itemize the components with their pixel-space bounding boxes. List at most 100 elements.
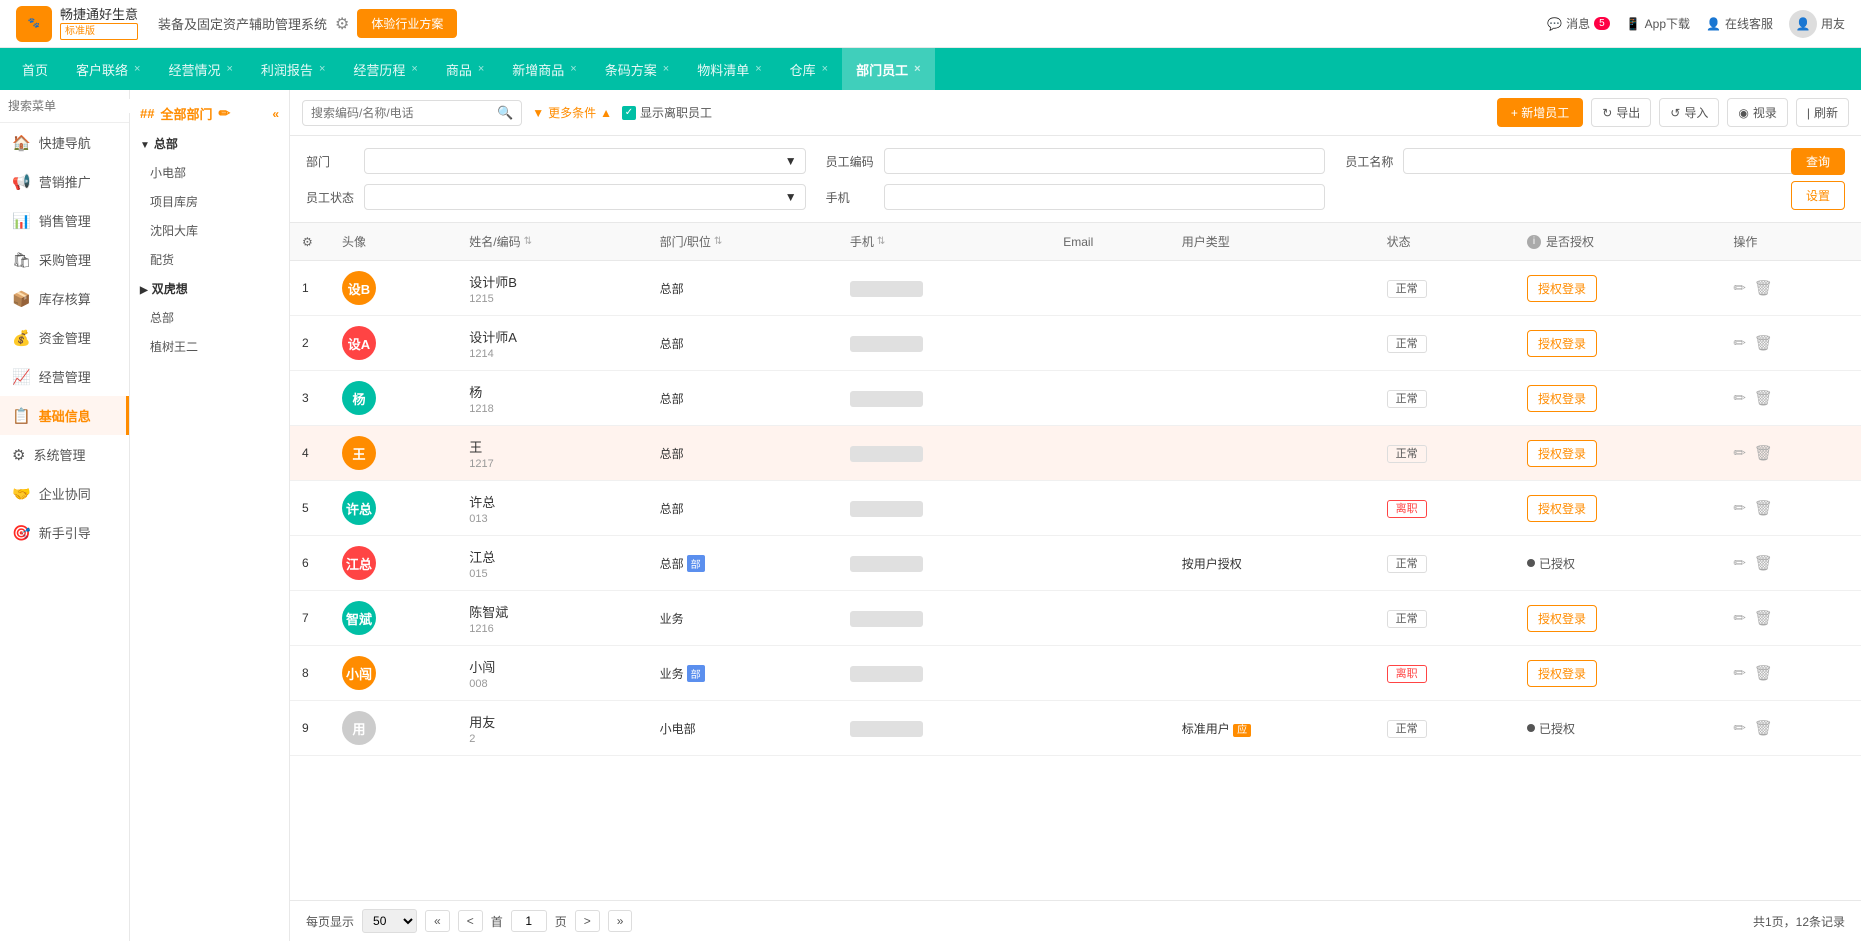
filter-dept-select[interactable]: ▼: [364, 148, 806, 174]
sidebar-search: 🔍: [0, 90, 129, 123]
auth-login-btn[interactable]: 授权登录: [1527, 605, 1597, 632]
filter-empname-input[interactable]: [1403, 148, 1845, 174]
sidebar-item-guide[interactable]: 🎯 新手引导: [0, 513, 129, 552]
dept-item-shenyang[interactable]: 沈阳大库: [130, 216, 289, 245]
th-dept-position[interactable]: 部门/职位 ⇅: [648, 223, 838, 261]
import-btn[interactable]: ↺ 导入: [1659, 98, 1719, 127]
tab-department[interactable]: 部门员工 ×: [842, 48, 934, 90]
per-page-select[interactable]: 50 20 100: [362, 909, 417, 933]
auth-login-btn[interactable]: 授权登录: [1527, 330, 1597, 357]
delete-icon[interactable]: 🗑: [1754, 444, 1773, 462]
dept-item-peihuo[interactable]: 配货: [130, 245, 289, 274]
edit-icon[interactable]: ✏: [1733, 664, 1746, 682]
online-service-btn[interactable]: 👤 在线客服: [1706, 15, 1773, 32]
employee-name: 王: [469, 437, 635, 456]
sidebar-item-system[interactable]: ⚙ 系统管理: [0, 435, 129, 474]
delete-icon[interactable]: 🗑: [1754, 389, 1773, 407]
dept-item-project[interactable]: 项目库房: [130, 187, 289, 216]
add-employee-btn[interactable]: + 新增员工: [1497, 98, 1583, 127]
app-download-btn[interactable]: 📱 App下载: [1626, 15, 1690, 32]
tab-customer[interactable]: 客户联络 ×: [62, 48, 154, 90]
auth-login-btn[interactable]: 授权登录: [1527, 440, 1597, 467]
messages-btn[interactable]: 💬 消息 5: [1547, 15, 1610, 32]
auth-login-btn[interactable]: 授权登录: [1527, 495, 1597, 522]
auth-login-btn[interactable]: 授权登录: [1527, 385, 1597, 412]
sales-icon: 📊: [12, 212, 31, 230]
tab-warehouse[interactable]: 仓库 ×: [776, 48, 842, 90]
print-btn[interactable]: | 刷新: [1796, 98, 1849, 127]
cell-auth: 授权登录: [1515, 426, 1721, 481]
filter-status-select[interactable]: ▼: [364, 184, 806, 210]
dept-item-zongbu[interactable]: 总部: [130, 303, 289, 332]
cell-phone: ●●●●●: [838, 371, 1051, 426]
tab-add-goods[interactable]: 新增商品 ×: [498, 48, 590, 90]
dept-collapse-icon[interactable]: «: [272, 107, 279, 121]
page-input[interactable]: [511, 910, 547, 932]
edit-icon[interactable]: ✏: [1733, 389, 1746, 407]
th-phone[interactable]: 手机 ⇅: [838, 223, 1051, 261]
sidebar-item-basic[interactable]: 📋 基础信息: [0, 396, 129, 435]
sidebar-item-finance[interactable]: 💰 资金管理: [0, 318, 129, 357]
sidebar-item-collab[interactable]: 🤝 企业协同: [0, 474, 129, 513]
sidebar-item-inventory[interactable]: 📦 库存核算: [0, 279, 129, 318]
sidebar-item-marketing[interactable]: 📢 营销推广: [0, 162, 129, 201]
delete-icon[interactable]: 🗑: [1754, 279, 1773, 297]
tab-goods[interactable]: 商品 ×: [432, 48, 498, 90]
prev-page-btn[interactable]: <: [458, 910, 483, 932]
tab-barcode[interactable]: 条码方案 ×: [591, 48, 683, 90]
more-filter-btn[interactable]: ▼ 更多条件 ▲: [532, 104, 612, 121]
next-page-btn[interactable]: >: [575, 910, 600, 932]
edit-icon[interactable]: ✏: [1733, 444, 1746, 462]
edit-icon[interactable]: ✏: [1733, 609, 1746, 627]
tab-history[interactable]: 经营历程 ×: [339, 48, 431, 90]
th-name-code[interactable]: 姓名/编码 ⇅: [457, 223, 647, 261]
hashtag-icon: ##: [140, 106, 154, 121]
edit-icon[interactable]: ✏: [1733, 334, 1746, 352]
search-input[interactable]: [311, 106, 491, 120]
query-btn[interactable]: 查询: [1791, 148, 1845, 175]
delete-icon[interactable]: 🗑: [1754, 554, 1773, 572]
set-btn[interactable]: 设置: [1791, 181, 1845, 210]
export-btn[interactable]: ↻ 导出: [1591, 98, 1651, 127]
sidebar-item-purchase[interactable]: 🛍 采购管理: [0, 240, 129, 279]
delete-icon[interactable]: 🗑: [1754, 609, 1773, 627]
last-page-btn[interactable]: »: [608, 910, 633, 932]
edit-icon[interactable]: ✏: [1733, 554, 1746, 572]
sidebar-item-sales[interactable]: 📊 销售管理: [0, 201, 129, 240]
tab-home[interactable]: 首页: [8, 48, 62, 90]
cell-avatar: 江总: [330, 536, 457, 591]
tab-profit[interactable]: 利润报告 ×: [247, 48, 339, 90]
delete-icon[interactable]: 🗑: [1754, 499, 1773, 517]
edit-icon[interactable]: ✏: [1733, 279, 1746, 297]
sidebar-item-management[interactable]: 📈 经营管理: [0, 357, 129, 396]
th-actions: 操作: [1721, 223, 1861, 261]
cell-email: [1051, 646, 1170, 701]
filter-empcode-input[interactable]: [884, 148, 1326, 174]
sidebar-item-quicknav[interactable]: 🏠 快捷导航: [0, 123, 129, 162]
edit-icon[interactable]: ✏: [1733, 499, 1746, 517]
tab-operation[interactable]: 经营情况 ×: [154, 48, 246, 90]
edit-icon[interactable]: ✏: [1733, 719, 1746, 737]
cell-user-type: [1170, 426, 1375, 481]
delete-icon[interactable]: 🗑: [1754, 664, 1773, 682]
dept-edit-icon[interactable]: ✏: [218, 105, 230, 122]
auth-login-btn[interactable]: 授权登录: [1527, 275, 1597, 302]
dept-item-zhishu[interactable]: 植树王二: [130, 332, 289, 361]
dept-item-xiaodibu[interactable]: 小电部: [130, 158, 289, 187]
try-btn[interactable]: 体验行业方案: [357, 9, 457, 38]
show-resigned-checkbox[interactable]: ✓: [622, 106, 636, 120]
view-btn[interactable]: ◉ 视录: [1727, 98, 1788, 127]
gear-icon[interactable]: ⚙: [335, 14, 349, 34]
delete-icon[interactable]: 🗑: [1754, 719, 1773, 737]
auth-login-btn[interactable]: 授权登录: [1527, 660, 1597, 687]
first-page-btn[interactable]: «: [425, 910, 450, 932]
employee-name: 杨: [469, 382, 635, 401]
cell-status: 正常: [1375, 701, 1515, 756]
user-area[interactable]: 👤 用友: [1789, 10, 1845, 38]
filter-phone-input[interactable]: [884, 184, 1326, 210]
dept-group-shuanghu[interactable]: ▶双虎想: [130, 274, 289, 303]
tab-bom[interactable]: 物料清单 ×: [683, 48, 775, 90]
dept-group-head[interactable]: ▼总部: [130, 129, 289, 158]
th-settings[interactable]: ⚙: [290, 223, 330, 261]
delete-icon[interactable]: 🗑: [1754, 334, 1773, 352]
